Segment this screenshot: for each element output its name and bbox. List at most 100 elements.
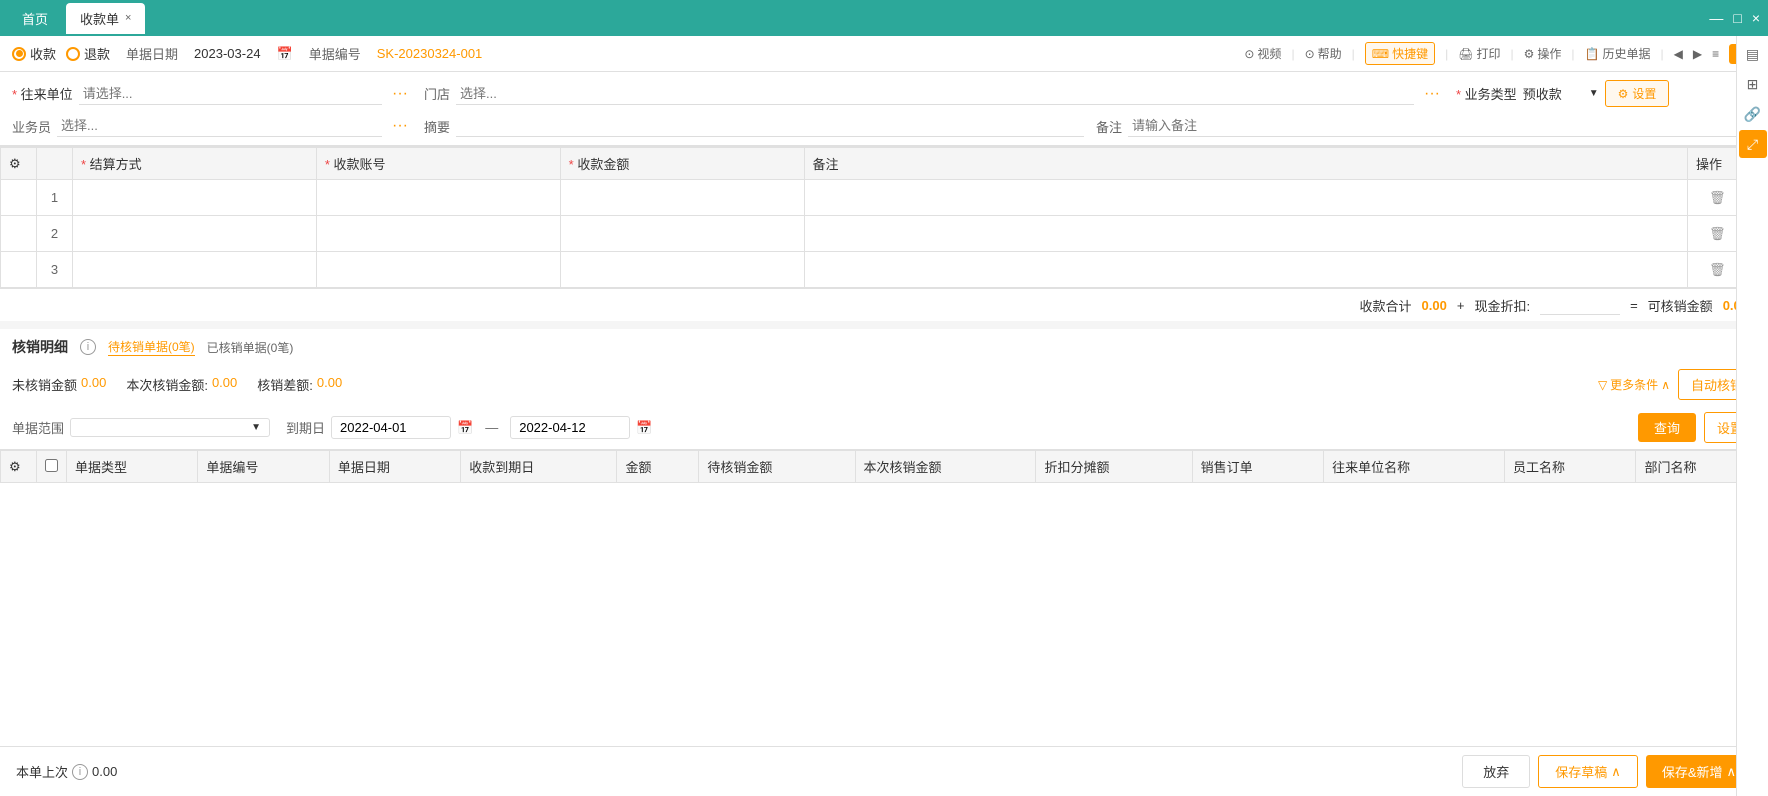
- note-cell[interactable]: [804, 180, 1688, 216]
- delete-icon[interactable]: 🗑: [1709, 226, 1726, 241]
- store-field: 门店 ···: [424, 83, 1444, 105]
- note-input[interactable]: [1128, 115, 1756, 137]
- bottom-actions: 放弃 保存草稿 ∧ 保存&新增 ∧: [1462, 755, 1752, 788]
- store-input[interactable]: [456, 83, 1414, 105]
- bt-discount-header: 折扣分摊额: [1036, 451, 1192, 483]
- note-cell[interactable]: [804, 216, 1688, 252]
- summary-input[interactable]: [456, 115, 1084, 137]
- video-btn[interactable]: ⊙ 视频: [1244, 45, 1281, 62]
- note-field: 备注: [1096, 115, 1756, 137]
- counterpart-field: 往来单位 ···: [12, 83, 412, 105]
- discard-btn[interactable]: 放弃: [1462, 755, 1530, 788]
- amount-cell[interactable]: [560, 216, 804, 252]
- help-btn[interactable]: ⊙ 帮助: [1305, 45, 1342, 62]
- chevron-right-icon[interactable]: ▶: [1693, 47, 1702, 61]
- list-icon[interactable]: ≡: [1712, 47, 1719, 61]
- save-draft-chevron[interactable]: ∧: [1611, 764, 1621, 780]
- amount-cell[interactable]: [560, 180, 804, 216]
- bt-pending-header: 待核销金额: [699, 451, 855, 483]
- col-settings-header[interactable]: ⚙: [1, 148, 37, 180]
- col-amount-header: 收款金额: [560, 148, 804, 180]
- tab-active-label: 收款单: [80, 9, 119, 28]
- more-filter-btn[interactable]: ▽ 更多条件 ∧: [1598, 376, 1670, 393]
- account-cell[interactable]: [316, 216, 560, 252]
- help-icon: ⊙: [1305, 47, 1315, 61]
- radio-group: 收款 退款: [12, 44, 110, 63]
- delete-icon[interactable]: 🗑: [1709, 262, 1726, 277]
- account-cell[interactable]: [316, 252, 560, 288]
- verification-section: 核销明细 i 待核销单据(0笔) 已核销单据(0笔) 未核销金额 0.00 本次…: [0, 329, 1768, 746]
- tab-active[interactable]: 收款单 ×: [66, 3, 145, 34]
- bottom-info: 本单上次 i 0.00: [16, 762, 117, 781]
- maximize-icon[interactable]: □: [1733, 10, 1741, 26]
- minimize-icon[interactable]: —: [1709, 10, 1723, 26]
- biz-type-dropdown-icon[interactable]: ▼: [1589, 88, 1599, 99]
- chevron-left-icon[interactable]: ◀: [1674, 47, 1683, 61]
- done-tab[interactable]: 已核销单据(0笔): [207, 339, 294, 356]
- circle-play-icon: ⊙: [1244, 47, 1254, 61]
- sidebar-expand-icon[interactable]: ⤢: [1739, 130, 1767, 158]
- settlement-cell[interactable]: [73, 252, 317, 288]
- row-checkbox-cell: [1, 180, 37, 216]
- chevron-up-icon: ∧: [1661, 378, 1670, 392]
- note-label: 备注: [1096, 117, 1122, 136]
- doc-label: 单据编号: [309, 44, 361, 63]
- form-row-2: 业务员 ··· 摘要 备注: [12, 115, 1756, 137]
- radio-receive[interactable]: 收款: [12, 44, 56, 63]
- discount-input[interactable]: [1540, 295, 1620, 315]
- bt-doc-type-header: 单据类型: [67, 451, 198, 483]
- bt-checkbox-header[interactable]: [37, 451, 67, 483]
- calendar-start-icon[interactable]: 📅: [457, 420, 473, 436]
- current-label: 本次核销金额:: [126, 375, 208, 394]
- settlement-cell[interactable]: [73, 180, 317, 216]
- calendar-icon[interactable]: 📅: [277, 46, 293, 62]
- main-content: 收款 退款 单据日期 2023-03-24 📅 单据编号 SK-20230324…: [0, 36, 1768, 796]
- staff-input[interactable]: [57, 115, 382, 137]
- info-icon[interactable]: i: [80, 339, 96, 355]
- save-draft-btn[interactable]: 保存草稿 ∧: [1538, 755, 1638, 788]
- sidebar-link-icon[interactable]: 🔗: [1739, 100, 1767, 128]
- row-checkbox-cell: [1, 252, 37, 288]
- table-row: 1 🗑 ⊕: [1, 180, 1768, 216]
- amount-cell[interactable]: [560, 252, 804, 288]
- query-btn[interactable]: 查询: [1638, 413, 1696, 442]
- counterpart-input[interactable]: [79, 83, 382, 105]
- save-new-chevron[interactable]: ∧: [1726, 764, 1736, 780]
- sidebar-table-icon[interactable]: ▤: [1739, 40, 1767, 68]
- store-more-btn[interactable]: ···: [1420, 85, 1444, 103]
- history-btn[interactable]: 📋 历史单据: [1585, 45, 1651, 62]
- main-table: ⚙ 结算方式 收款账号 收款金额 备注 操作: [0, 147, 1768, 288]
- tab-home[interactable]: 首页: [8, 3, 62, 34]
- row-num-cell: 3: [37, 252, 73, 288]
- due-date-start-input[interactable]: [331, 416, 451, 439]
- bt-current-header: 本次核销金额: [855, 451, 1036, 483]
- calendar-end-icon[interactable]: 📅: [636, 420, 652, 436]
- note-cell[interactable]: [804, 252, 1688, 288]
- account-cell[interactable]: [316, 180, 560, 216]
- due-date-end-input[interactable]: [510, 416, 630, 439]
- select-all-checkbox[interactable]: [45, 459, 58, 472]
- tab-bar: 首页 收款单 × — □ ×: [0, 0, 1768, 36]
- sidebar-grid-icon[interactable]: ⊞: [1739, 70, 1767, 98]
- table-row: 2 🗑 ⊕: [1, 216, 1768, 252]
- form-settings-btn[interactable]: ⚙ 设置: [1605, 80, 1670, 107]
- counterpart-more-btn[interactable]: ···: [388, 85, 412, 103]
- biz-type-field: 业务类型 预收款 ▼ ⚙ 设置: [1456, 80, 1756, 107]
- doc-range-select[interactable]: ▼: [70, 418, 270, 437]
- radio-refund-dot: [66, 47, 80, 61]
- staff-field: 业务员 ···: [12, 115, 412, 137]
- prev-info-icon[interactable]: i: [72, 764, 88, 780]
- delete-icon[interactable]: 🗑: [1709, 190, 1726, 205]
- row-num-cell: 1: [37, 180, 73, 216]
- settlement-cell[interactable]: [73, 216, 317, 252]
- shortcut-btn[interactable]: ⌨ 快捷键: [1365, 42, 1435, 65]
- table-row: 3 🗑 ⊕: [1, 252, 1768, 288]
- pending-tab[interactable]: 待核销单据(0笔): [108, 338, 195, 356]
- operation-btn[interactable]: ⚙ 操作: [1524, 45, 1562, 62]
- close-icon[interactable]: ×: [1752, 10, 1760, 26]
- bt-settings-header[interactable]: ⚙: [1, 451, 37, 483]
- radio-refund[interactable]: 退款: [66, 44, 110, 63]
- print-btn[interactable]: 🖨 打印: [1458, 45, 1500, 62]
- tab-close-icon[interactable]: ×: [125, 12, 131, 24]
- staff-more-btn[interactable]: ···: [388, 117, 412, 135]
